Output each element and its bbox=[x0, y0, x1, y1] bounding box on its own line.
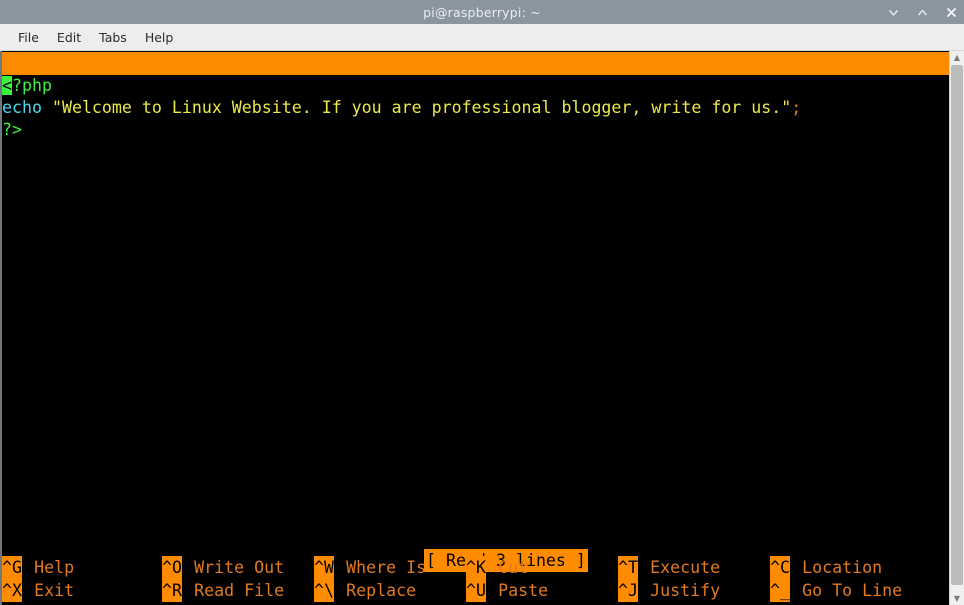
shortcut-exit[interactable]: ^X Exit bbox=[2, 579, 74, 602]
terminal-window: pi@raspberrypi: ~ File Edit Tabs Help GN… bbox=[0, 0, 964, 605]
shortcut-execute[interactable]: ^T Execute bbox=[618, 556, 720, 579]
triangle-up-icon: ▲ bbox=[953, 52, 961, 62]
shortcut-write-out[interactable]: ^O Write Out bbox=[162, 556, 284, 579]
shortcut-key: ^_ bbox=[770, 579, 790, 602]
shortcut-key: ^R bbox=[162, 579, 182, 602]
shortcut-replace[interactable]: ^\ Replace bbox=[314, 579, 416, 602]
shortcut-key: ^C bbox=[770, 556, 790, 579]
shortcut-key: ^X bbox=[2, 579, 22, 602]
shortcut-label: Read File bbox=[194, 581, 285, 600]
shortcut-key: ^J bbox=[618, 579, 638, 602]
shortcut-location[interactable]: ^C Location bbox=[770, 556, 882, 579]
code-semicolon: ; bbox=[791, 98, 802, 117]
code-line-3: ?> bbox=[2, 119, 950, 141]
shortcut-key: ^K bbox=[466, 556, 486, 579]
shortcut-label: Paste bbox=[498, 581, 549, 600]
shortcut-label: Replace bbox=[346, 581, 417, 600]
shortcut-paste[interactable]: ^U Paste bbox=[466, 579, 548, 602]
minimize-button[interactable] bbox=[887, 6, 900, 19]
close-button[interactable] bbox=[945, 6, 958, 19]
window-controls bbox=[887, 0, 958, 24]
shortcut-read-file[interactable]: ^R Read File bbox=[162, 579, 284, 602]
shortcut-label: Execute bbox=[650, 558, 721, 577]
shortcut-label: Cut bbox=[498, 558, 529, 577]
shortcut-label: Location bbox=[802, 558, 883, 577]
shortcut-help[interactable]: ^G Help bbox=[2, 556, 74, 579]
window-titlebar[interactable]: pi@raspberrypi: ~ bbox=[0, 0, 964, 24]
shortcut-where-is[interactable]: ^W Where Is bbox=[314, 556, 426, 579]
shortcut-go-to-line[interactable]: ^_ Go To Line bbox=[770, 579, 902, 602]
shortcut-cut[interactable]: ^K Cut bbox=[466, 556, 528, 579]
shortcut-label: Help bbox=[34, 558, 75, 577]
chevron-up-icon bbox=[918, 9, 927, 15]
shortcut-label: Justify bbox=[650, 581, 721, 600]
shortcut-key: ^W bbox=[314, 556, 334, 579]
nano-status-row: [ Read 3 lines ] bbox=[2, 527, 950, 572]
menu-item-tabs[interactable]: Tabs bbox=[90, 27, 136, 48]
chevron-down-icon bbox=[889, 9, 898, 16]
window-title: pi@raspberrypi: ~ bbox=[423, 4, 541, 20]
shortcut-key: ^G bbox=[2, 556, 22, 579]
vertical-scrollbar[interactable]: ▲ ▼ bbox=[949, 51, 964, 605]
terminal-content[interactable]: GNU nano 5.4 /var/www/html/index.php <?p… bbox=[0, 51, 964, 605]
text-cursor: < bbox=[2, 76, 12, 95]
menu-item-help[interactable]: Help bbox=[136, 27, 183, 48]
shortcut-label: Go To Line bbox=[802, 581, 903, 600]
triangle-down-icon: ▼ bbox=[953, 593, 961, 603]
shortcut-key: ^\ bbox=[314, 579, 334, 602]
code-line-2: echo "Welcome to Linux Website. If you a… bbox=[2, 97, 950, 119]
code-keyword-echo: echo bbox=[2, 98, 42, 117]
shortcut-label: Exit bbox=[34, 581, 75, 600]
code-string-literal: "Welcome to Linux Website. If you are pr… bbox=[51, 98, 792, 117]
shortcut-row-2: ^X Exit ^R Read File ^\ Replace ^U Paste ^J J… bbox=[2, 579, 964, 602]
maximize-button[interactable] bbox=[916, 6, 929, 19]
scroll-down-button[interactable]: ▼ bbox=[950, 592, 964, 605]
nano-shortcut-bar: ^G Help ^O Write Out ^W Where Is ^K Cut ^T Ex… bbox=[2, 556, 964, 605]
code-line-1-text: ?php bbox=[12, 76, 52, 95]
shortcut-label: Write Out bbox=[194, 558, 285, 577]
close-icon bbox=[947, 7, 956, 17]
nano-header-bar: GNU nano 5.4 /var/www/html/index.php bbox=[2, 52, 950, 117]
shortcut-key: ^T bbox=[618, 556, 638, 579]
code-line-1: <?php bbox=[2, 75, 950, 97]
menubar: File Edit Tabs Help bbox=[0, 24, 964, 51]
shortcut-label: Where Is bbox=[346, 558, 427, 577]
nano-editor-buffer[interactable]: <?php echo "Welcome to Linux Website. If… bbox=[2, 75, 950, 141]
menu-item-file[interactable]: File bbox=[9, 27, 48, 48]
scroll-up-button[interactable]: ▲ bbox=[950, 51, 964, 64]
scrollbar-thumb[interactable] bbox=[951, 65, 963, 585]
shortcut-key: ^U bbox=[466, 579, 486, 602]
menu-item-edit[interactable]: Edit bbox=[48, 27, 90, 48]
shortcut-key: ^O bbox=[162, 556, 182, 579]
code-line-3-text: ?> bbox=[2, 120, 22, 139]
shortcut-row-1: ^G Help ^O Write Out ^W Where Is ^K Cut ^T Ex… bbox=[2, 556, 964, 579]
shortcut-justify[interactable]: ^J Justify bbox=[618, 579, 720, 602]
